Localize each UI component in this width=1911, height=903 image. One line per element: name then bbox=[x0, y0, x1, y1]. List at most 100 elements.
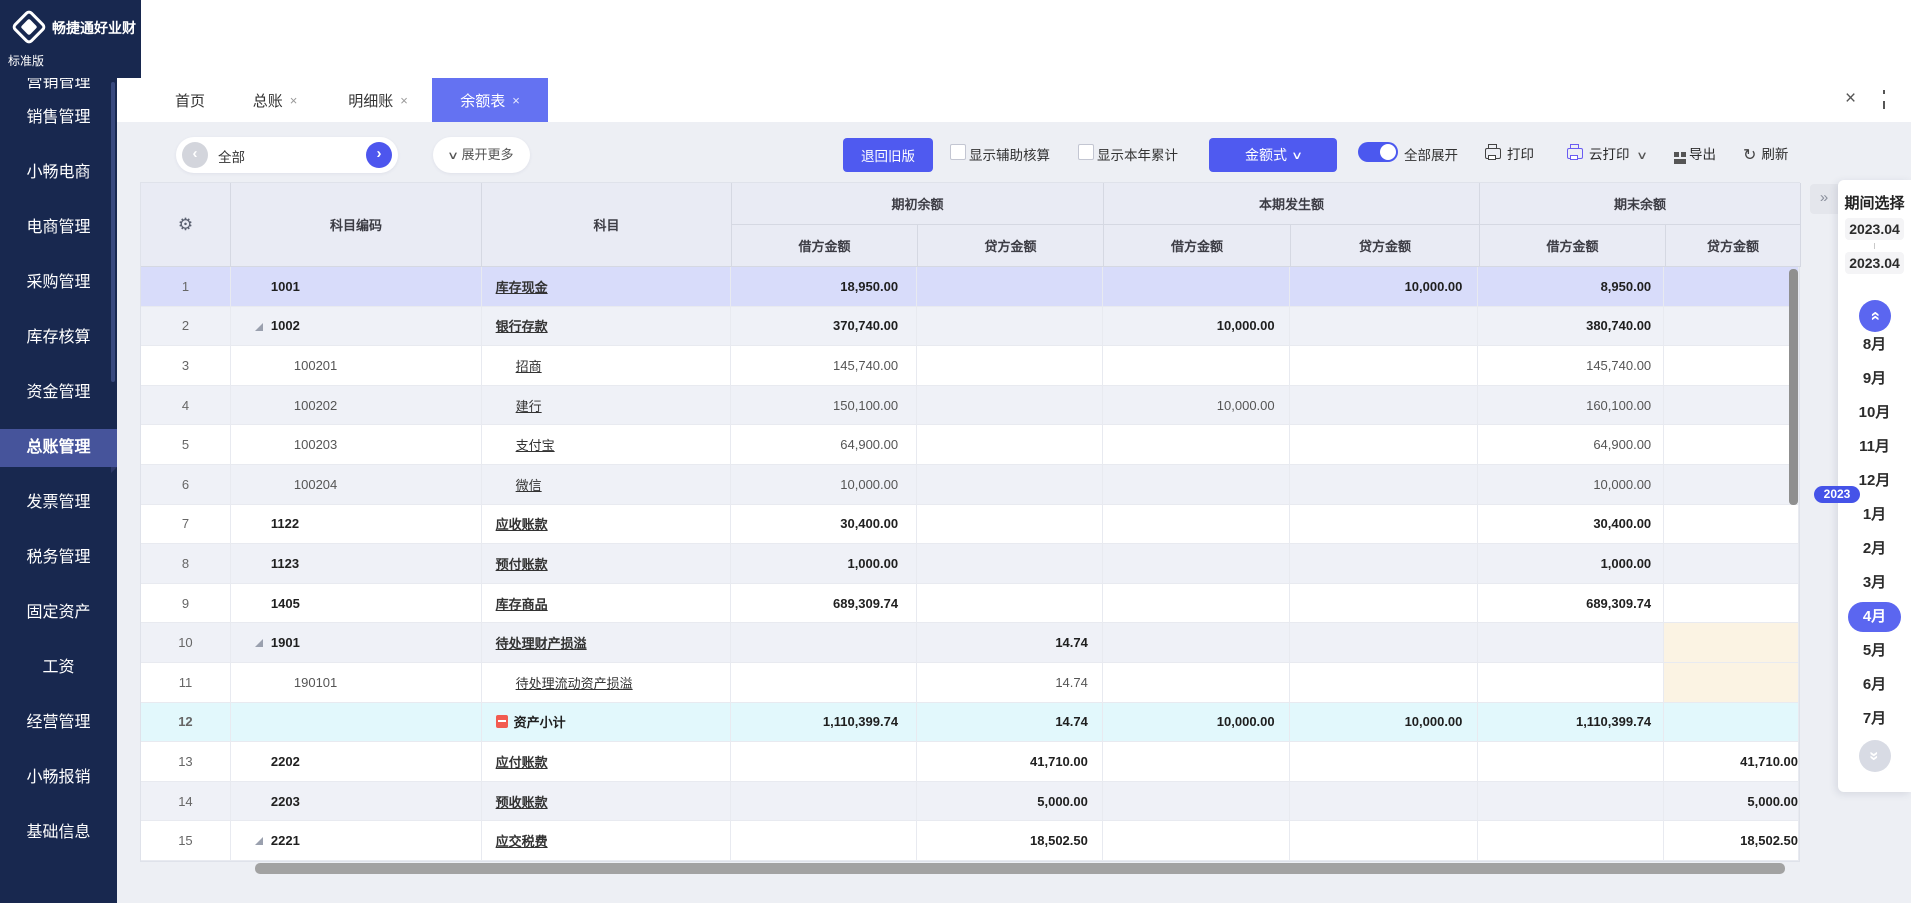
scope-filter[interactable]: ‹ 全部 › bbox=[176, 137, 398, 173]
account-name-link[interactable]: 建行 bbox=[516, 396, 542, 415]
table-row-15[interactable]: 15 2221 应交税费 18,502.50 18,502.50 bbox=[141, 821, 1799, 861]
account-name-link[interactable]: 招商 bbox=[516, 356, 542, 375]
table-gear-icon[interactable]: ⚙ bbox=[178, 215, 193, 235]
table-row-7[interactable]: 7 1122 应收账款 30,400.00 30,400.00 bbox=[141, 504, 1799, 545]
amount-value: 30,400.00 bbox=[840, 516, 899, 532]
show-aux-label[interactable]: 显示辅助核算 bbox=[969, 144, 1050, 164]
sidebar-item-销售管理[interactable]: 销售管理 bbox=[0, 99, 117, 137]
account-name-link[interactable]: 待处理财产损溢 bbox=[496, 633, 587, 652]
month-3月[interactable]: 3月 bbox=[1838, 568, 1911, 598]
sidebar-item-小畅电商[interactable]: 小畅电商 bbox=[0, 154, 117, 192]
account-name-link[interactable]: 预收账款 bbox=[496, 792, 548, 811]
table-row-1[interactable]: 1 1001 库存现金 18,950.00 10,000.00 8,950.00 bbox=[141, 267, 1799, 307]
horizontal-scrollbar[interactable] bbox=[255, 863, 1785, 874]
month-4月[interactable]: 4月 bbox=[1848, 602, 1901, 632]
table-row-11[interactable]: 11 190101 待处理流动资产损溢 14.74 bbox=[141, 662, 1799, 703]
expand-triangle-icon[interactable] bbox=[254, 837, 263, 846]
month-7月[interactable]: 7月 bbox=[1838, 704, 1911, 734]
account-name-link[interactable]: 库存商品 bbox=[496, 594, 548, 613]
cloud-print-button[interactable]: 云打印 ∨ bbox=[1567, 143, 1648, 163]
table-row-5[interactable]: 5 100203 支付宝 64,900.00 64,900.00 bbox=[141, 425, 1799, 465]
month-6月[interactable]: 6月 bbox=[1838, 670, 1911, 700]
sidebar-item-电商管理[interactable]: 电商管理 bbox=[0, 209, 117, 247]
amount-cell bbox=[1103, 742, 1290, 781]
account-name-link[interactable]: 微信 bbox=[516, 475, 542, 494]
sidebar-item-资金管理[interactable]: 资金管理 bbox=[0, 374, 117, 412]
sidebar-scrollbar[interactable] bbox=[111, 82, 115, 382]
show-aux-checkbox[interactable] bbox=[950, 144, 966, 160]
expand-triangle-icon[interactable] bbox=[254, 639, 263, 648]
account-code-cell: 2221 bbox=[231, 821, 482, 860]
month-11月[interactable]: 11月 bbox=[1838, 432, 1911, 462]
amount-cell: 18,502.50 bbox=[917, 821, 1103, 860]
account-name-link[interactable]: 应交税费 bbox=[496, 831, 548, 850]
table-row-4[interactable]: 4 100202 建行 150,100.00 10,000.00 160,100.00 bbox=[141, 385, 1799, 426]
table-row-13[interactable]: 13 2202 应付账款 41,710.00 41,710.00 bbox=[141, 742, 1799, 782]
month-8月[interactable]: 8月 bbox=[1838, 330, 1911, 360]
tab-close-icon[interactable]: × bbox=[512, 93, 520, 108]
table-row-9[interactable]: 9 1405 库存商品 689,309.74 689,309.74 bbox=[141, 583, 1799, 624]
fullscreen-icon[interactable] bbox=[1883, 90, 1885, 109]
chevron-left-icon[interactable]: ‹ bbox=[182, 142, 208, 168]
export-button[interactable]: 导出 bbox=[1674, 143, 1716, 164]
table-row-12[interactable]: 12 资产小计 1,110,399.74 14.74 10,000.00 10,000.0… bbox=[141, 702, 1799, 743]
table-row-14[interactable]: 14 2203 预收账款 5,000.00 5,000.00 bbox=[141, 781, 1799, 822]
period-from[interactable]: 2023.04 bbox=[1845, 218, 1904, 240]
account-name-link[interactable]: 库存现金 bbox=[496, 277, 548, 296]
month-10月[interactable]: 10月 bbox=[1838, 398, 1911, 428]
account-name-link[interactable]: 预付账款 bbox=[496, 554, 548, 573]
month-5月[interactable]: 5月 bbox=[1838, 636, 1911, 666]
tab-close-icon[interactable]: × bbox=[400, 93, 408, 108]
sidebar-item-经营管理[interactable]: 经营管理 bbox=[0, 704, 117, 742]
account-code: 1123 bbox=[270, 555, 300, 571]
tab-总账[interactable]: 总账 × bbox=[233, 78, 317, 122]
account-name-link[interactable]: 应付账款 bbox=[496, 752, 548, 771]
sidebar-item-工资[interactable]: 工资 bbox=[0, 649, 117, 687]
sidebar-item-税务管理[interactable]: 税务管理 bbox=[0, 539, 117, 577]
expand-triangle-icon[interactable] bbox=[254, 322, 263, 331]
sidebar-item-采购管理[interactable]: 采购管理 bbox=[0, 264, 117, 302]
tab-明细账[interactable]: 明细账 × bbox=[328, 78, 428, 122]
amount-value: 689,309.74 bbox=[1586, 595, 1652, 611]
month-1月[interactable]: 1月 bbox=[1838, 500, 1911, 530]
amount-cell bbox=[1103, 425, 1290, 464]
account-name-link[interactable]: 支付宝 bbox=[516, 435, 555, 454]
account-name-link[interactable]: 银行存款 bbox=[496, 316, 548, 335]
chevron-down-icon: ∨ bbox=[447, 150, 460, 162]
vertical-scrollbar[interactable] bbox=[1789, 269, 1798, 505]
refresh-button[interactable]: ↻ 刷新 bbox=[1743, 143, 1788, 165]
month-9月[interactable]: 9月 bbox=[1838, 364, 1911, 394]
amount-cell bbox=[1103, 267, 1290, 306]
account-name-link[interactable]: 待处理流动资产损溢 bbox=[516, 673, 633, 692]
show-ytd-checkbox[interactable] bbox=[1078, 144, 1094, 160]
sidebar-item-库存核算[interactable]: 库存核算 bbox=[0, 319, 117, 357]
tab-首页[interactable]: 首页 bbox=[150, 78, 230, 122]
sidebar-item-固定资产[interactable]: 固定资产 bbox=[0, 594, 117, 632]
scroll-down-button[interactable]: » bbox=[1858, 740, 1891, 772]
chevron-right-icon[interactable]: › bbox=[366, 142, 392, 168]
expand-more-button[interactable]: ∨ 展开更多 bbox=[433, 137, 530, 173]
table-row-3[interactable]: 3 100201 招商 145,740.00 145,740.00 bbox=[141, 346, 1799, 386]
amount-cell bbox=[917, 504, 1103, 544]
sidebar-item-小畅报销[interactable]: 小畅报销 bbox=[0, 759, 117, 797]
sidebar-item-基础信息[interactable]: 基础信息 bbox=[0, 814, 117, 852]
table-row-8[interactable]: 8 1123 预付账款 1,000.00 1,000.00 bbox=[141, 544, 1799, 584]
back-to-old-button[interactable]: 退回旧版 bbox=[843, 138, 933, 172]
tab-close-icon[interactable]: × bbox=[290, 93, 298, 108]
account-name-link[interactable]: 应收账款 bbox=[496, 514, 548, 533]
close-icon[interactable]: × bbox=[1845, 88, 1856, 110]
sidebar-item-发票管理[interactable]: 发票管理 bbox=[0, 484, 117, 522]
show-ytd-label[interactable]: 显示本年累计 bbox=[1097, 144, 1178, 164]
print-button[interactable]: 打印 bbox=[1485, 143, 1534, 163]
table-row-2[interactable]: 2 1002 银行存款 370,740.00 10,000.00 380,740.00 bbox=[141, 306, 1799, 347]
amount-mode-button[interactable]: 金额式 ∨ bbox=[1209, 138, 1337, 172]
month-2月[interactable]: 2月 bbox=[1838, 534, 1911, 564]
sidebar-item-总账管理[interactable]: 总账管理 bbox=[0, 429, 117, 473]
scroll-up-button[interactable]: » bbox=[1858, 300, 1891, 332]
period-to[interactable]: 2023.04 bbox=[1845, 252, 1904, 274]
tab-余额表[interactable]: 余额表 × bbox=[432, 78, 548, 122]
expand-all-toggle[interactable] bbox=[1358, 142, 1398, 162]
table-row-6[interactable]: 6 100204 微信 10,000.00 10,000.00 bbox=[141, 464, 1799, 505]
table-row-10[interactable]: 10 1901 待处理财产损溢 14.74 bbox=[141, 623, 1799, 663]
period-panel-collapse[interactable]: » bbox=[1810, 184, 1838, 214]
